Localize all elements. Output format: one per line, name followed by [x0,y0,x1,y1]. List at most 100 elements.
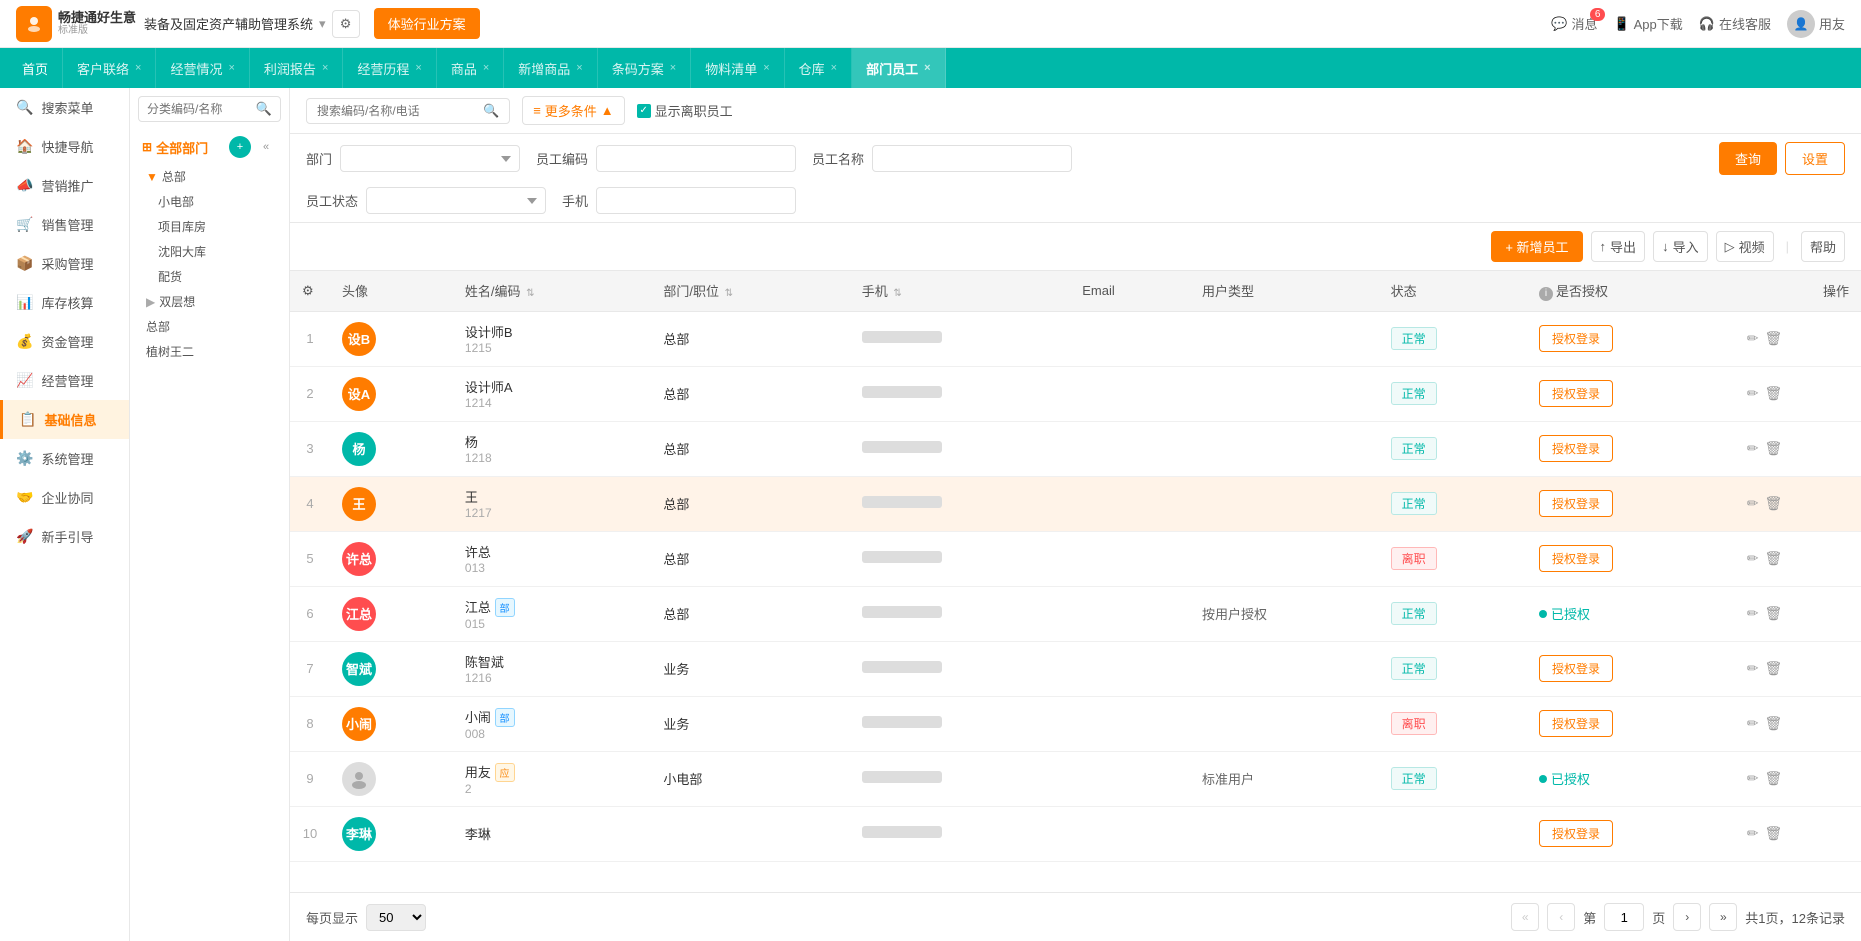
sidebar-item-purchase[interactable]: 📦 采购管理 [0,244,129,283]
tab-employee[interactable]: 部门员工 × [852,48,945,88]
tab-home[interactable]: 首页 [8,48,63,88]
delete-icon[interactable]: 🗑 [1765,550,1783,567]
tab-warehouse-close[interactable]: × [831,62,837,74]
edit-icon[interactable]: ✏ [1747,495,1759,512]
settings-icon[interactable]: ⚙ [332,10,360,38]
sidebar-item-management[interactable]: 📈 经营管理 [0,361,129,400]
dept-add-icon[interactable]: + [229,136,251,158]
auth-login-btn[interactable]: 授权登录 [1539,545,1613,572]
auth-login-btn[interactable]: 授权登录 [1539,710,1613,737]
delete-icon[interactable]: 🗑 [1765,605,1783,622]
dept-node-shenyang[interactable]: 沈阳大库 [138,239,281,264]
edit-icon[interactable]: ✏ [1747,715,1759,732]
sidebar-item-nav[interactable]: 🏠 快捷导航 [0,127,129,166]
sidebar-item-system[interactable]: ⚙️ 系统管理 [0,439,129,478]
export-button[interactable]: ↑ 导出 [1591,231,1646,262]
emp-status-select[interactable] [366,187,546,214]
edit-icon[interactable]: ✏ [1747,770,1759,787]
edit-icon[interactable]: ✏ [1747,440,1759,457]
video-button[interactable]: ▷ 视频 [1716,231,1774,262]
trial-button[interactable]: 体验行业方案 [374,8,480,39]
delete-icon[interactable]: 🗑 [1765,330,1783,347]
page-number-input[interactable] [1604,903,1644,931]
auth-login-btn[interactable]: 授权登录 [1539,380,1613,407]
dept-node-headquarters[interactable]: ▼ 总部 [138,164,281,189]
per-page-select[interactable]: 50 100 [366,904,426,931]
tab-profit[interactable]: 利润报告 × [250,48,343,88]
tab-history[interactable]: 经营历程 × [343,48,436,88]
delete-icon[interactable]: 🗑 [1765,495,1783,512]
help-button[interactable]: 帮助 [1801,231,1845,262]
sidebar-item-marketing[interactable]: 📣 营销推广 [0,166,129,205]
delete-icon[interactable]: 🗑 [1765,385,1783,402]
last-page-btn[interactable]: » [1709,903,1737,931]
search-input[interactable] [317,104,477,118]
phone-input[interactable] [596,187,796,214]
edit-icon[interactable]: ✏ [1747,330,1759,347]
tab-bom[interactable]: 物料清单 × [691,48,784,88]
dept-node-xiangmu[interactable]: 项目库房 [138,214,281,239]
dept-node-peihuo[interactable]: 配货 [138,264,281,289]
search-button[interactable]: 查询 [1719,142,1777,175]
sidebar-item-collab[interactable]: 🤝 企业协同 [0,478,129,517]
dept-select[interactable] [340,145,520,172]
th-settings[interactable]: ⚙ [290,271,330,311]
tab-history-close[interactable]: × [415,62,421,74]
sidebar-item-sales[interactable]: 🛒 销售管理 [0,205,129,244]
auth-login-btn[interactable]: 授权登录 [1539,490,1613,517]
dept-search-input[interactable] [147,102,252,116]
sidebar-item-basicinfo[interactable]: 📋 基础信息 [0,400,129,439]
app-download-action[interactable]: 📱 App下载 [1613,14,1682,33]
sidebar-item-inventory[interactable]: 📊 库存核算 [0,283,129,322]
tab-goods[interactable]: 商品 × [437,48,504,88]
delete-icon[interactable]: 🗑 [1765,825,1783,842]
auth-login-btn[interactable]: 授权登录 [1539,820,1613,847]
sidebar-item-finance[interactable]: 💰 资金管理 [0,322,129,361]
settings-button[interactable]: 设置 [1785,142,1845,175]
dept-node-shuangceng[interactable]: ▶ 双层想 [138,289,281,314]
tab-bom-close[interactable]: × [763,62,769,74]
next-page-btn[interactable]: › [1673,903,1701,931]
emp-name-input[interactable] [872,145,1072,172]
tab-operations[interactable]: 经营情况 × [156,48,249,88]
delete-icon[interactable]: 🗑 [1765,660,1783,677]
th-dept[interactable]: 部门/职位 ⇅ [651,271,849,311]
edit-icon[interactable]: ✏ [1747,660,1759,677]
sidebar-item-search[interactable]: 🔍 搜索菜单 [0,88,129,127]
edit-icon[interactable]: ✏ [1747,385,1759,402]
system-dropdown-icon[interactable]: ▾ [319,16,326,32]
message-action[interactable]: 💬 消息 6 [1551,14,1597,33]
dept-node-zongbu2[interactable]: 总部 [138,314,281,339]
delete-icon[interactable]: 🗑 [1765,715,1783,732]
dept-node-zhishu[interactable]: 植树王二 [138,339,281,364]
add-employee-button[interactable]: + 新增员工 [1491,231,1582,262]
auth-login-btn[interactable]: 授权登录 [1539,435,1613,462]
th-name[interactable]: 姓名/编码 ⇅ [453,271,651,311]
tab-addgoods[interactable]: 新增商品 × [504,48,597,88]
th-phone[interactable]: 手机 ⇅ [850,271,1070,311]
more-filter-btn[interactable]: ≡ 更多条件 ▲ [522,96,624,125]
user-action[interactable]: 👤 用友 [1787,10,1845,38]
auth-login-btn[interactable]: 授权登录 [1539,655,1613,682]
dept-search-box[interactable]: 🔍 [138,96,281,122]
first-page-btn[interactable]: « [1511,903,1539,931]
tab-goods-close[interactable]: × [483,62,489,74]
tab-addgoods-close[interactable]: × [576,62,582,74]
tab-profit-close[interactable]: × [322,62,328,74]
dept-collapse-icon[interactable]: « [255,136,277,158]
prev-page-btn[interactable]: ‹ [1547,903,1575,931]
import-button[interactable]: ↓ 导入 [1653,231,1708,262]
dept-node-xiaodibu[interactable]: 小电部 [138,189,281,214]
emp-code-input[interactable] [596,145,796,172]
auth-login-btn[interactable]: 授权登录 [1539,325,1613,352]
delete-icon[interactable]: 🗑 [1765,770,1783,787]
edit-icon[interactable]: ✏ [1747,825,1759,842]
delete-icon[interactable]: 🗑 [1765,440,1783,457]
tab-customer[interactable]: 客户联络 × [63,48,156,88]
edit-icon[interactable]: ✏ [1747,605,1759,622]
tab-barcode-close[interactable]: × [670,62,676,74]
edit-icon[interactable]: ✏ [1747,550,1759,567]
resigned-checkbox[interactable]: ✓ [637,104,651,118]
dept-all-btn[interactable]: ⊞ 全部部门 [142,138,208,157]
show-resigned-toggle[interactable]: ✓ 显示离职员工 [637,101,733,120]
